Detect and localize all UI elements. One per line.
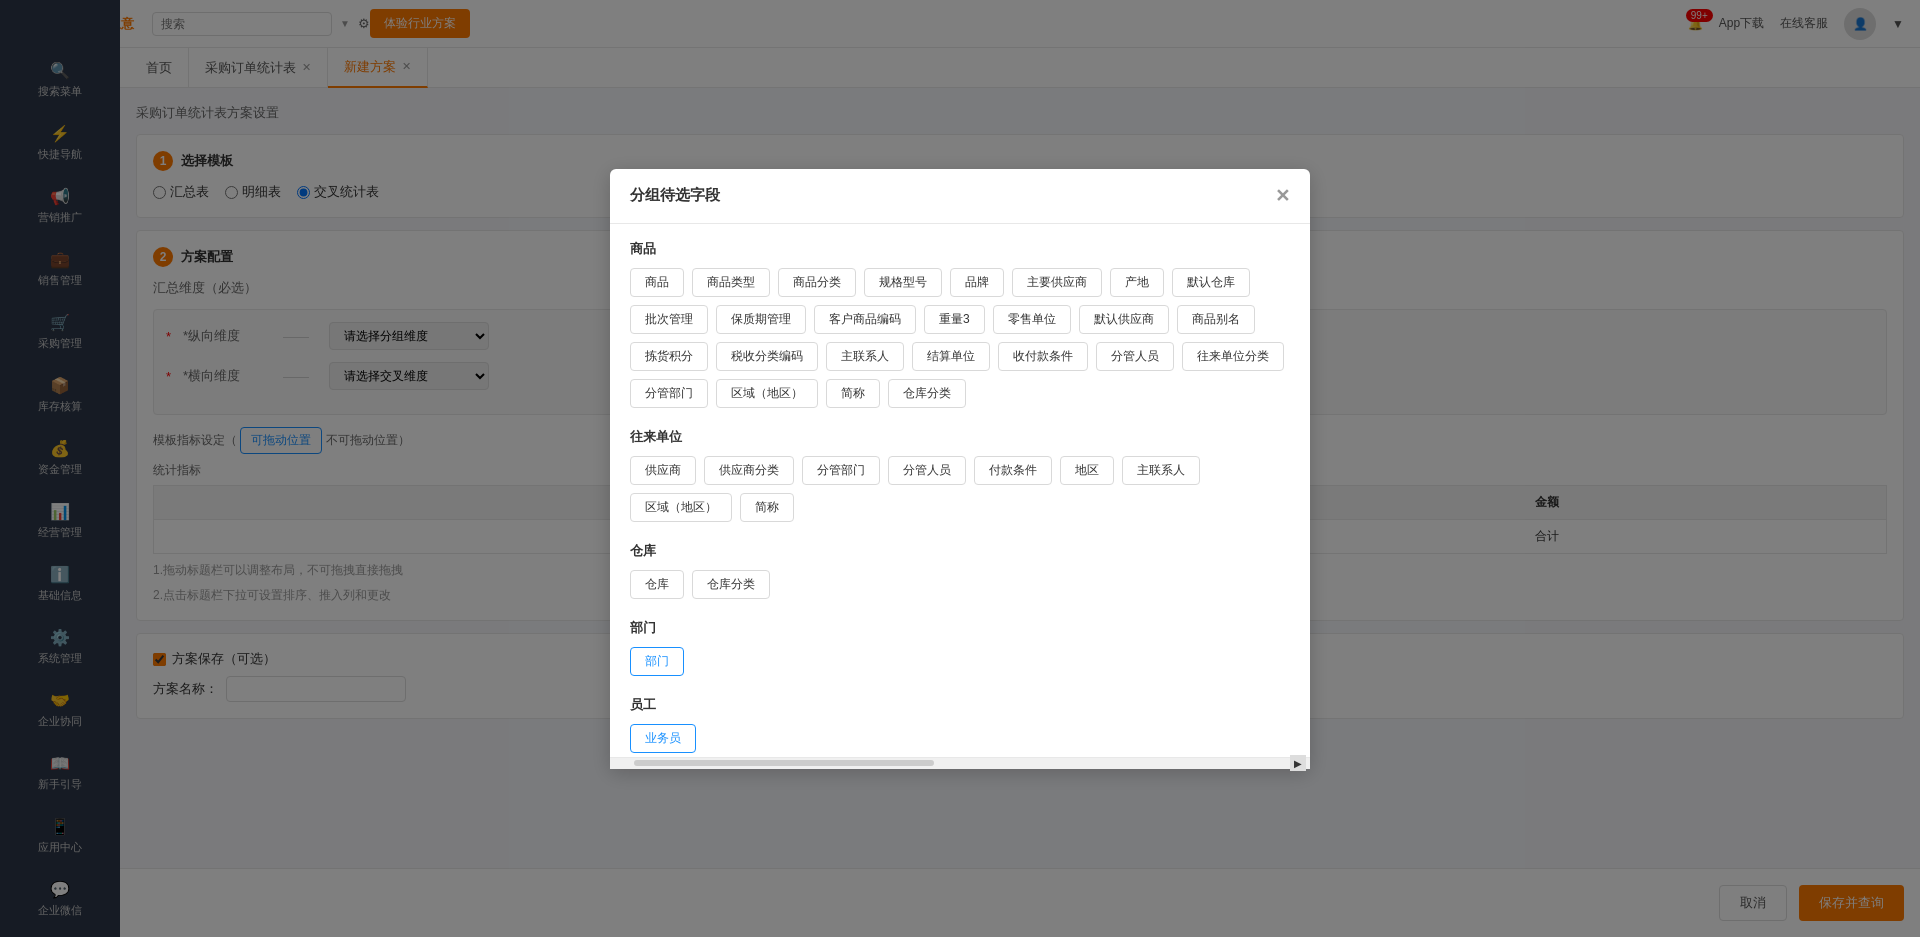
field-tag-region[interactable]: 区域（地区） — [716, 379, 818, 408]
field-tag-weight[interactable]: 重量3 — [924, 305, 985, 334]
field-tag-supplier[interactable]: 供应商 — [630, 456, 696, 485]
department-section-title: 部门 — [630, 619, 1290, 637]
modal-dialog: 分组待选字段 ✕ 商品 商品 商品类型 商品分类 规格型号 品牌 主要供应商 产… — [610, 169, 1310, 769]
warehouse-section: 仓库 仓库 仓库分类 — [630, 542, 1290, 599]
field-tag-customer-code[interactable]: 客户商品编码 — [814, 305, 916, 334]
scrollbar-thumb-x[interactable] — [634, 760, 934, 766]
supplier-section: 往来单位 供应商 供应商分类 分管部门 分管人员 付款条件 地区 主联系人 区域… — [630, 428, 1290, 522]
field-tag-goods[interactable]: 商品 — [630, 268, 684, 297]
field-tag-payment-terms[interactable]: 收付款条件 — [998, 342, 1088, 371]
field-tag-default-warehouse[interactable]: 默认仓库 — [1172, 268, 1250, 297]
field-tag-supplier-category[interactable]: 供应商分类 — [704, 456, 794, 485]
supplier-section-title: 往来单位 — [630, 428, 1290, 446]
field-tag-department[interactable]: 部门 — [630, 647, 684, 676]
goods-field-tags: 商品 商品类型 商品分类 规格型号 品牌 主要供应商 产地 默认仓库 批次管理 … — [630, 268, 1290, 408]
field-tag-manager[interactable]: 分管人员 — [1096, 342, 1174, 371]
field-tag-partner-category[interactable]: 往来单位分类 — [1182, 342, 1284, 371]
modal-close-button[interactable]: ✕ — [1275, 185, 1290, 207]
field-tag-warehouse-category[interactable]: 仓库分类 — [888, 379, 966, 408]
field-tag-supplier-dept[interactable]: 分管部门 — [802, 456, 880, 485]
modal-header: 分组待选字段 ✕ — [610, 169, 1310, 224]
field-tag-batch[interactable]: 批次管理 — [630, 305, 708, 334]
employee-section: 员工 业务员 — [630, 696, 1290, 753]
modal-title: 分组待选字段 — [630, 186, 720, 205]
field-tag-retail-unit[interactable]: 零售单位 — [993, 305, 1071, 334]
field-tag-supplier-contact[interactable]: 主联系人 — [1122, 456, 1200, 485]
scroll-right-arrow[interactable]: ▶ — [1290, 755, 1306, 771]
field-tag-goods-type[interactable]: 商品类型 — [692, 268, 770, 297]
field-tag-pick-score[interactable]: 拣货积分 — [630, 342, 708, 371]
field-tag-supplier-manager[interactable]: 分管人员 — [888, 456, 966, 485]
employee-section-title: 员工 — [630, 696, 1290, 714]
field-tag-salesman[interactable]: 业务员 — [630, 724, 696, 753]
field-tag-payment-condition[interactable]: 付款条件 — [974, 456, 1052, 485]
department-field-tags: 部门 — [630, 647, 1290, 676]
field-tag-supplier-region[interactable]: 区域（地区） — [630, 493, 732, 522]
field-tag-tax-code[interactable]: 税收分类编码 — [716, 342, 818, 371]
goods-section: 商品 商品 商品类型 商品分类 规格型号 品牌 主要供应商 产地 默认仓库 批次… — [630, 240, 1290, 408]
employee-field-tags: 业务员 — [630, 724, 1290, 753]
modal-body: 商品 商品 商品类型 商品分类 规格型号 品牌 主要供应商 产地 默认仓库 批次… — [610, 224, 1310, 757]
field-tag-shelf-life[interactable]: 保质期管理 — [716, 305, 806, 334]
field-tag-alias[interactable]: 商品别名 — [1177, 305, 1255, 334]
field-tag-brand[interactable]: 品牌 — [950, 268, 1004, 297]
warehouse-field-tags: 仓库 仓库分类 — [630, 570, 1290, 599]
supplier-field-tags: 供应商 供应商分类 分管部门 分管人员 付款条件 地区 主联系人 区域（地区） … — [630, 456, 1290, 522]
field-tag-default-supplier[interactable]: 默认供应商 — [1079, 305, 1169, 334]
field-tag-settlement-unit[interactable]: 结算单位 — [912, 342, 990, 371]
field-tag-short-name[interactable]: 简称 — [826, 379, 880, 408]
field-tag-warehouse-cat[interactable]: 仓库分类 — [692, 570, 770, 599]
modal-scrollbar-x[interactable]: ▶ — [610, 757, 1310, 769]
field-tag-goods-category[interactable]: 商品分类 — [778, 268, 856, 297]
field-tag-area[interactable]: 地区 — [1060, 456, 1114, 485]
field-tag-main-contact[interactable]: 主联系人 — [826, 342, 904, 371]
field-tag-origin[interactable]: 产地 — [1110, 268, 1164, 297]
field-tag-supplier-short[interactable]: 简称 — [740, 493, 794, 522]
field-tag-main-supplier[interactable]: 主要供应商 — [1012, 268, 1102, 297]
department-section: 部门 部门 — [630, 619, 1290, 676]
field-tag-warehouse-name[interactable]: 仓库 — [630, 570, 684, 599]
field-tag-spec[interactable]: 规格型号 — [864, 268, 942, 297]
modal-overlay[interactable]: 分组待选字段 ✕ 商品 商品 商品类型 商品分类 规格型号 品牌 主要供应商 产… — [0, 0, 1920, 937]
goods-section-title: 商品 — [630, 240, 1290, 258]
warehouse-section-title: 仓库 — [630, 542, 1290, 560]
field-tag-dept[interactable]: 分管部门 — [630, 379, 708, 408]
